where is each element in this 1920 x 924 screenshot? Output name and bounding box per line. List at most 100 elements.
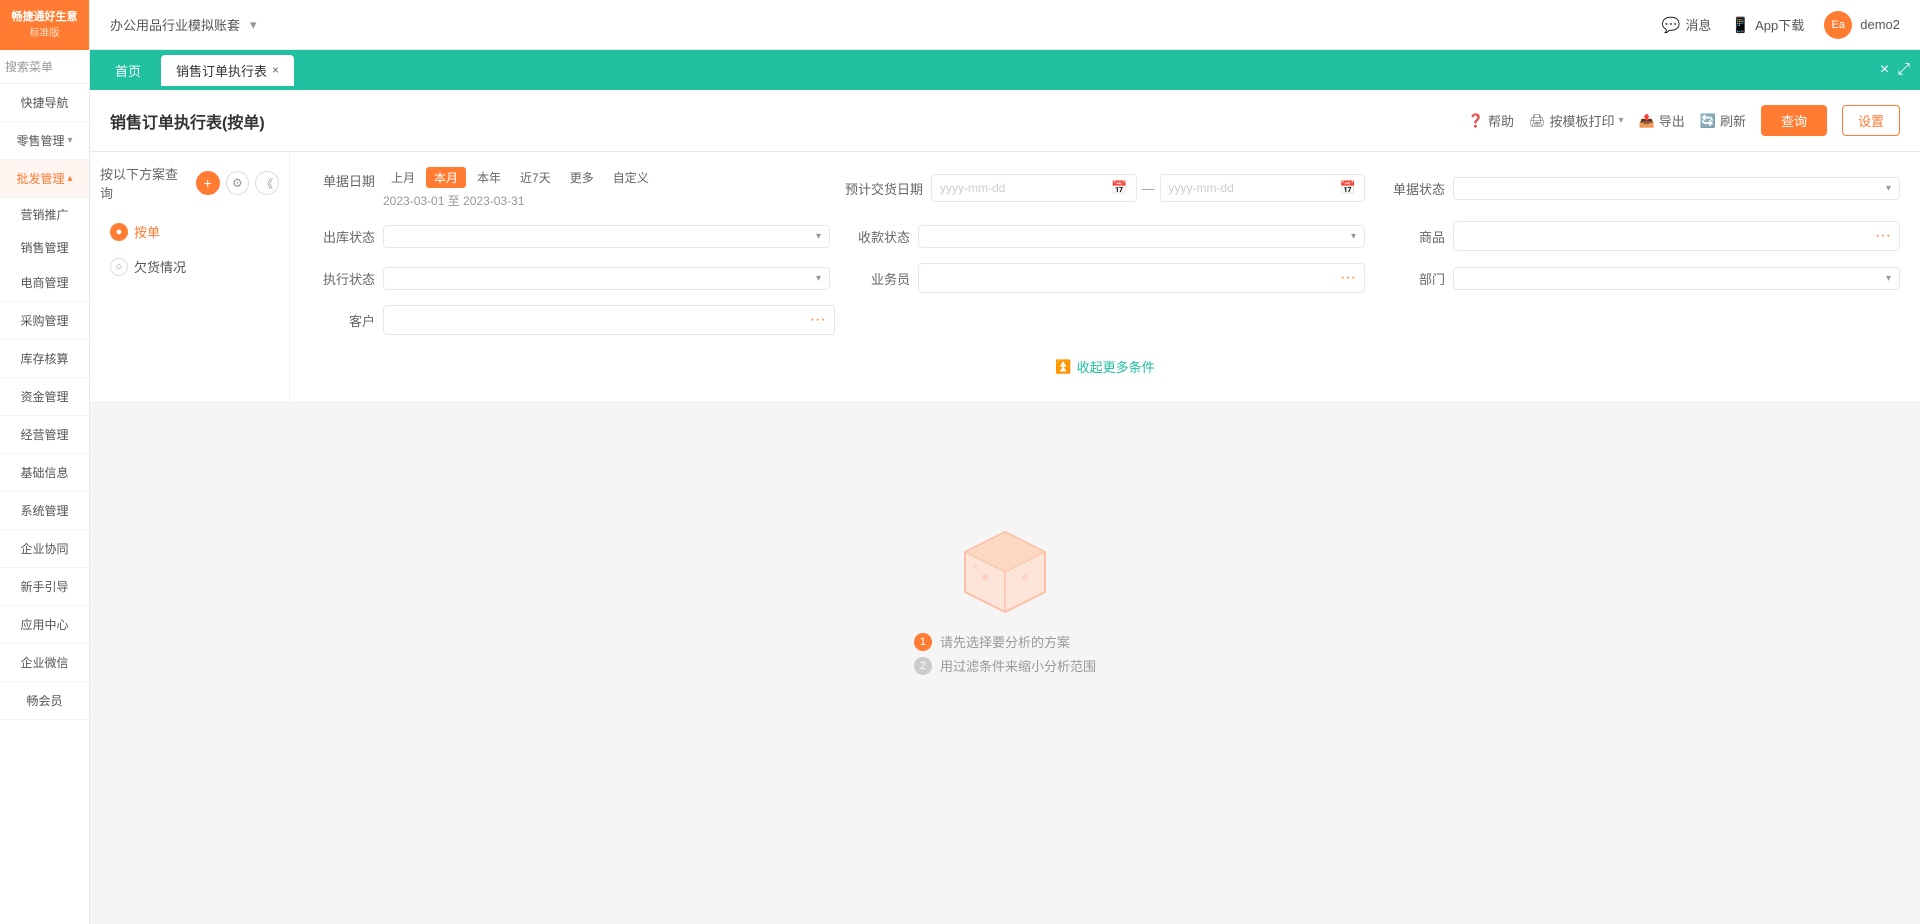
enterprise-label: 企业协同 bbox=[20, 542, 68, 556]
tab-close-icon[interactable]: × bbox=[272, 63, 279, 77]
topbar-right: 💬 消息 📱 App下载 Ea demo2 bbox=[1662, 11, 1900, 39]
refresh-btn[interactable]: 🔄 刷新 bbox=[1700, 111, 1746, 130]
delivery-date-range: yyyy-mm-dd 📅 — yyyy-mm-dd 📅 bbox=[931, 174, 1365, 202]
receive-status-dropdown-icon: ▾ bbox=[1351, 231, 1356, 242]
sidebar-item-vip[interactable]: 畅会员 bbox=[0, 682, 89, 720]
customer-label: 客户 bbox=[310, 311, 375, 330]
step1-num: 1 bbox=[914, 633, 932, 651]
out-status-select[interactable]: ▾ bbox=[383, 225, 830, 248]
tab-home[interactable]: 首页 bbox=[100, 55, 156, 86]
filter-row-2: 出库状态 ▾ 收款状态 ▾ 商品 bbox=[310, 221, 1900, 251]
sidebar-item-ecommerce[interactable]: 电商管理 bbox=[0, 264, 89, 302]
system-label: 系统管理 bbox=[20, 504, 68, 518]
sidebar-item-wholesale[interactable]: 批发管理 ▴ bbox=[0, 160, 89, 198]
calendar-end-icon: 📅 bbox=[1340, 180, 1356, 196]
sidebar-item-marketing[interactable]: 营销推广 bbox=[0, 198, 89, 231]
sidebar-item-retail[interactable]: 零售管理 ▾ bbox=[0, 122, 89, 160]
close-window-btn[interactable]: × bbox=[1880, 61, 1889, 79]
salesman-select[interactable]: ··· bbox=[918, 263, 1365, 293]
sidebar-item-wechat[interactable]: 企业微信 bbox=[0, 644, 89, 682]
out-status-dropdown-icon: ▾ bbox=[816, 231, 821, 242]
date-tab-custom[interactable]: 自定义 bbox=[605, 167, 657, 188]
export-btn[interactable]: 📤 导出 bbox=[1639, 111, 1685, 130]
filter-date-item: 单据日期 上月 本月 本年 近7天 更多 自定义 2023-03-01 至 20… bbox=[310, 167, 830, 209]
dept-select[interactable]: ▾ bbox=[1453, 267, 1900, 290]
logo-sub: 标准版 bbox=[30, 24, 60, 39]
left-panel: 按以下方案查询 + ⚙ 《 ● 按单 ○ 欠货情况 bbox=[90, 152, 290, 401]
empty-step-2: 2 用过滤条件来缩小分析范围 bbox=[914, 656, 1096, 675]
purchase-label: 采购管理 bbox=[20, 314, 68, 328]
sidebar-item-inventory[interactable]: 库存核算 bbox=[0, 340, 89, 378]
help-btn[interactable]: ❓ 帮助 bbox=[1468, 111, 1514, 130]
customer-select[interactable]: ··· bbox=[383, 305, 835, 335]
print-btn[interactable]: 🖨 按模板打印 ▾ bbox=[1529, 111, 1624, 130]
dept-dropdown-icon: ▾ bbox=[1886, 273, 1891, 284]
delivery-date-start-input[interactable]: yyyy-mm-dd 📅 bbox=[931, 174, 1137, 202]
by-order-icon: ● bbox=[110, 223, 128, 241]
exec-status-select[interactable]: ▾ bbox=[383, 267, 830, 290]
ecommerce-label: 电商管理 bbox=[20, 276, 68, 290]
sidebar-item-purchase[interactable]: 采购管理 bbox=[0, 302, 89, 340]
shortage-label: 欠货情况 bbox=[134, 257, 186, 276]
user-profile-btn[interactable]: Ea demo2 bbox=[1824, 11, 1900, 39]
status-select[interactable]: ▾ bbox=[1453, 177, 1900, 200]
sidebar-item-system[interactable]: 系统管理 bbox=[0, 492, 89, 530]
app-download-btn[interactable]: 📱 App下载 bbox=[1731, 15, 1804, 34]
date-tab-this-year[interactable]: 本年 bbox=[469, 167, 509, 188]
shortage-icon: ○ bbox=[110, 258, 128, 276]
retail-label: 零售管理 bbox=[16, 132, 64, 149]
setting-button[interactable]: 设置 bbox=[1842, 105, 1900, 136]
query-button[interactable]: 查询 bbox=[1761, 105, 1827, 136]
filter-receive-status-item: 收款状态 ▾ bbox=[845, 225, 1365, 248]
scheme-setting-btn[interactable]: ⚙ bbox=[226, 171, 250, 195]
step1-text: 请先选择要分析的方案 bbox=[940, 632, 1070, 651]
retail-arrow: ▾ bbox=[67, 135, 72, 146]
page-title: 销售订单执行表(按单) bbox=[110, 109, 265, 133]
product-select[interactable]: ··· bbox=[1453, 221, 1900, 251]
sidebar-item-sales[interactable]: 销售管理 bbox=[0, 231, 89, 264]
out-status-label: 出库状态 bbox=[310, 227, 375, 246]
sidebar-item-basic[interactable]: 基础信息 bbox=[0, 454, 89, 492]
add-scheme-btn[interactable]: + bbox=[196, 171, 220, 195]
collapse-more-btn[interactable]: ⏫ 收起更多条件 bbox=[1055, 357, 1154, 376]
collapse-up-icon: ⏫ bbox=[1055, 359, 1071, 375]
filter-salesman-item: 业务员 ··· bbox=[845, 263, 1365, 293]
wholesale-label: 批发管理 bbox=[16, 170, 64, 187]
step2-num: 2 bbox=[914, 657, 932, 675]
tab-sales-order[interactable]: 销售订单执行表 × bbox=[161, 55, 294, 86]
topbar: 办公用品行业模拟账套 ▾ 💬 消息 📱 App下载 Ea demo2 bbox=[90, 0, 1920, 50]
message-label: 消息 bbox=[1685, 15, 1711, 34]
scheme-shortage-item[interactable]: ○ 欠货情况 bbox=[100, 249, 279, 284]
sales-label: 销售管理 bbox=[20, 241, 68, 255]
date-tab-last-month[interactable]: 上月 bbox=[383, 167, 423, 188]
sidebar-item-quicknav[interactable]: 快捷导航 bbox=[0, 84, 89, 122]
sidebar-search-item[interactable]: 搜索菜单 bbox=[0, 50, 89, 84]
date-tab-7days[interactable]: 近7天 bbox=[512, 167, 559, 188]
sidebar-item-operations[interactable]: 经营管理 bbox=[0, 416, 89, 454]
message-btn[interactable]: 💬 消息 bbox=[1662, 15, 1712, 34]
appcenter-label: 应用中心 bbox=[20, 618, 68, 632]
collapse-panel-btn[interactable]: 《 bbox=[255, 171, 279, 195]
sidebar-item-appcenter[interactable]: 应用中心 bbox=[0, 606, 89, 644]
help-label: 帮助 bbox=[1488, 111, 1514, 130]
sidebar-item-enterprise[interactable]: 企业协同 bbox=[0, 530, 89, 568]
date-tab-this-month[interactable]: 本月 bbox=[426, 167, 466, 188]
filter-main: 按以下方案查询 + ⚙ 《 ● 按单 ○ 欠货情况 bbox=[90, 152, 1920, 401]
exec-status-label: 执行状态 bbox=[310, 269, 375, 288]
topbar-left: 办公用品行业模拟账套 ▾ bbox=[110, 15, 257, 34]
scheme-by-order-item[interactable]: ● 按单 bbox=[100, 214, 279, 249]
sidebar-item-finance[interactable]: 资金管理 bbox=[0, 378, 89, 416]
filter-delivery-date-item: 预计交货日期 yyyy-mm-dd 📅 — yyyy-mm-dd 📅 bbox=[845, 174, 1365, 202]
empty-icon-svg bbox=[955, 522, 1055, 622]
status-label: 单据状态 bbox=[1380, 179, 1445, 198]
help-icon: ❓ bbox=[1468, 113, 1484, 129]
date-filter-group: 上月 本月 本年 近7天 更多 自定义 2023-03-01 至 2023-03… bbox=[383, 167, 830, 209]
exec-status-dropdown-icon: ▾ bbox=[816, 273, 821, 284]
maximize-btn[interactable]: ⤢ bbox=[1897, 61, 1910, 79]
date-tab-more[interactable]: 更多 bbox=[562, 167, 602, 188]
receive-status-select[interactable]: ▾ bbox=[918, 225, 1365, 248]
date-tabs-row: 上月 本月 本年 近7天 更多 自定义 bbox=[383, 167, 830, 188]
delivery-date-end-input[interactable]: yyyy-mm-dd 📅 bbox=[1160, 174, 1366, 202]
sidebar-item-newbie[interactable]: 新手引导 bbox=[0, 568, 89, 606]
industry-dropdown-icon[interactable]: ▾ bbox=[250, 17, 257, 33]
